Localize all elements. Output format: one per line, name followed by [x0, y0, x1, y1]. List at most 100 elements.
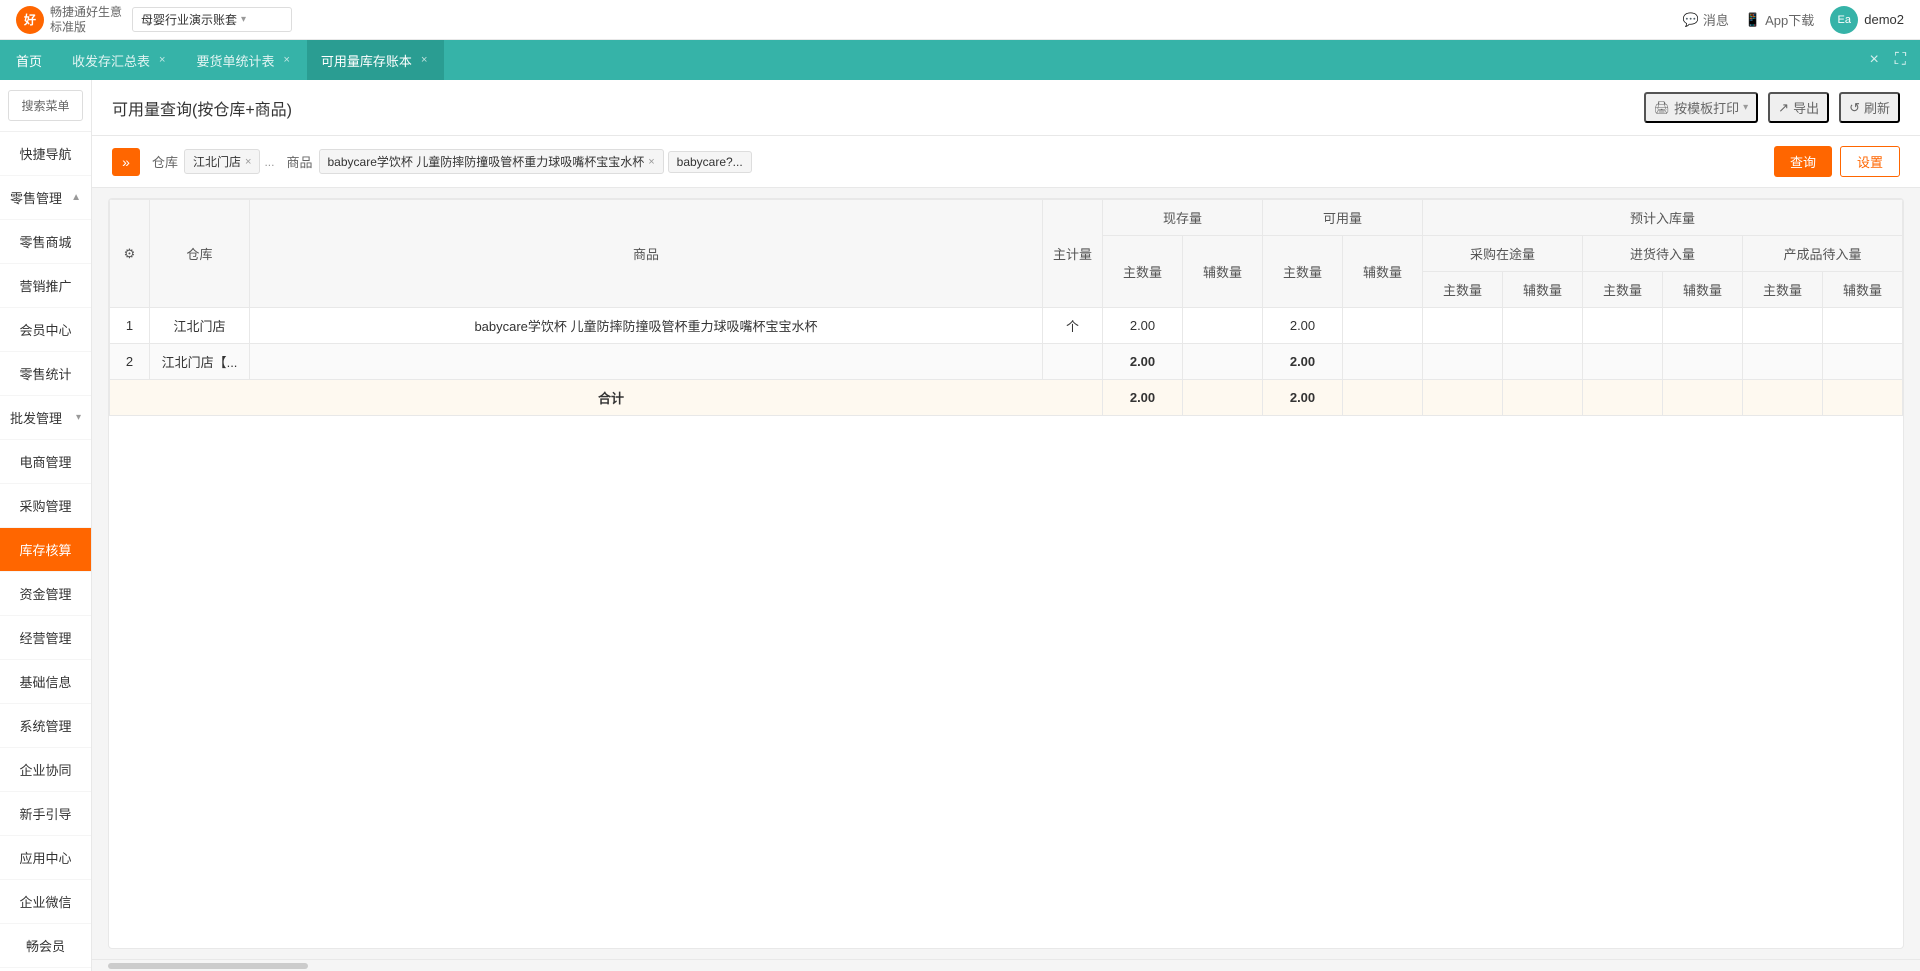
sidebar-item-qiye[interactable]: 企业协同 [0, 748, 91, 792]
sidebar-item-shortcut[interactable]: 快捷导航 [0, 132, 91, 176]
sidebar-item-lingxiao-stat[interactable]: 零售统计 [0, 352, 91, 396]
tab-keyongliang[interactable]: 可用量库存账本 × [307, 40, 444, 80]
cell-unit: 个 [1042, 308, 1102, 344]
settings-icon[interactable]: ⚙ [124, 246, 136, 261]
sidebar-item-lingxiao[interactable]: 零售管理 ▲ [0, 176, 91, 220]
cell-incoming-main [1583, 344, 1663, 380]
filter-more-btn[interactable]: ... [264, 155, 274, 169]
app-download-btn[interactable]: 📱 App下载 [1745, 10, 1814, 29]
sidebar-item-jingying[interactable]: 经营管理 [0, 616, 91, 660]
message-icon: 💬 [1683, 12, 1699, 28]
table-container: ⚙ 仓库 商品 主计量 现存量 可用量 预计入库量 主数量 辅数量 主数量 辅数… [108, 198, 1904, 949]
tab-yaohuodan[interactable]: 要货单统计表 × [182, 40, 306, 80]
print-btn[interactable]: 🖨 按模板打印 ▾ [1644, 92, 1759, 123]
summary-current-aux [1183, 380, 1263, 416]
query-button[interactable]: 查询 [1774, 146, 1832, 177]
refresh-btn[interactable]: ↺ 刷新 [1839, 92, 1900, 123]
sidebar-item-qiyeweixin[interactable]: 企业微信 [0, 880, 91, 924]
close-window-btn[interactable]: × [1863, 47, 1884, 73]
avatar: Ea [1830, 6, 1858, 34]
data-table: ⚙ 仓库 商品 主计量 现存量 可用量 预计入库量 主数量 辅数量 主数量 辅数… [109, 199, 1903, 416]
th-warehouse: 仓库 [150, 200, 250, 308]
warehouse-filter-group: 仓库 江北门店 × ... [152, 149, 274, 174]
th-main-unit: 主计量 [1042, 200, 1102, 308]
warehouse-tag: 江北门店 × [184, 149, 260, 174]
sidebar-item-kucun[interactable]: 库存核算 [0, 528, 91, 572]
sidebar-item-mall[interactable]: 零售商城 [0, 220, 91, 264]
cell-available-aux [1343, 344, 1423, 380]
th-purchase-aux: 辅数量 [1503, 272, 1583, 308]
horizontal-scrollbar-area [92, 959, 1920, 971]
sidebar-item-xitong[interactable]: 系统管理 [0, 704, 91, 748]
summary-available-aux [1343, 380, 1423, 416]
filter-actions: 查询 设置 [1774, 146, 1900, 177]
cell-purchase-main [1423, 344, 1503, 380]
horizontal-scrollbar[interactable] [108, 963, 308, 969]
page-title: 可用量查询(按仓库+商品) [112, 96, 292, 120]
th-available-aux-qty: 辅数量 [1343, 236, 1423, 308]
sidebar-item-zijin[interactable]: 资金管理 [0, 572, 91, 616]
th-incoming-aux: 辅数量 [1663, 272, 1743, 308]
summary-incoming-aux [1663, 380, 1743, 416]
cell-purchase-aux [1503, 344, 1583, 380]
sidebar: 搜索菜单 快捷导航 零售管理 ▲ 零售商城 营销推广 会员中心 零售统计 批发管… [0, 80, 92, 971]
logo-area: 好 畅捷通好生意 标准版 [16, 5, 122, 34]
sidebar-item-yingyong[interactable]: 应用中心 [0, 836, 91, 880]
sidebar-item-changhui[interactable]: 畅会员 [0, 924, 91, 968]
export-btn[interactable]: ↗ 导出 [1768, 92, 1829, 123]
cell-index: 1 [110, 308, 150, 344]
sidebar-item-caigou[interactable]: 采购管理 [0, 484, 91, 528]
th-incoming-main: 主数量 [1583, 272, 1663, 308]
tag-close-icon[interactable]: × [245, 156, 251, 168]
filter-area: » 仓库 江北门店 × ... 商品 babycare学饮杯 儿童防摔防撞吸管杯… [92, 136, 1920, 188]
cell-current-main: 2.00 [1103, 308, 1183, 344]
cell-purchase-main [1423, 308, 1503, 344]
chevron-icon: ▾ [76, 412, 81, 423]
content-area: 可用量查询(按仓库+商品) 🖨 按模板打印 ▾ ↗ 导出 ↺ 刷新 [92, 80, 1920, 971]
th-expected-inbound: 预计入库量 [1423, 200, 1903, 236]
summary-purchase-aux [1503, 380, 1583, 416]
table-row: 2 江北门店【... 2.00 2.00 [110, 344, 1903, 380]
message-btn[interactable]: 💬 消息 [1683, 10, 1729, 29]
filter-toggle-btn[interactable]: » [112, 148, 140, 176]
print-icon: 🖨 [1654, 100, 1671, 116]
chevron-down-icon: ▾ [1743, 102, 1748, 113]
th-purchase-in-transit: 采购在途量 [1423, 236, 1583, 272]
user-area[interactable]: Ea demo2 [1830, 6, 1904, 34]
company-selector[interactable]: 母婴行业演示账套 ▾ [132, 7, 292, 32]
cell-incoming-main [1583, 308, 1663, 344]
th-current-stock: 现存量 [1103, 200, 1263, 236]
product-filter-tags: babycare学饮杯 儿童防摔防撞吸管杯重力球吸嘴杯宝宝水杯 × babyca… [319, 149, 752, 174]
sidebar-item-huiyuan[interactable]: 会员中心 [0, 308, 91, 352]
tab-shoufayun[interactable]: 收发存汇总表 × [58, 40, 182, 80]
top-bar-left: 好 畅捷通好生意 标准版 母婴行业演示账套 ▾ [16, 5, 292, 34]
close-icon[interactable]: × [418, 53, 430, 67]
cell-warehouse: 江北门店【... [150, 344, 250, 380]
close-icon[interactable]: × [156, 53, 168, 67]
sidebar-item-jichu[interactable]: 基础信息 [0, 660, 91, 704]
page-actions: 🖨 按模板打印 ▾ ↗ 导出 ↺ 刷新 [1644, 92, 1900, 123]
refresh-icon: ↺ [1849, 100, 1860, 116]
cell-available-aux [1343, 308, 1423, 344]
logo-text: 畅捷通好生意 标准版 [50, 5, 122, 34]
tab-home[interactable]: 首页 [0, 40, 58, 80]
logo-icon: 好 [16, 6, 44, 34]
sidebar-item-dianshang[interactable]: 电商管理 [0, 440, 91, 484]
main-layout: 搜索菜单 快捷导航 零售管理 ▲ 零售商城 营销推广 会员中心 零售统计 批发管… [0, 80, 1920, 971]
th-settings: ⚙ [110, 200, 150, 308]
sidebar-item-yingxiao[interactable]: 营销推广 [0, 264, 91, 308]
sidebar-item-pifa[interactable]: 批发管理 ▾ [0, 396, 91, 440]
search-menu-btn[interactable]: 搜索菜单 [8, 90, 83, 121]
fullscreen-btn[interactable]: ⛶ [1889, 47, 1912, 73]
close-icon[interactable]: × [280, 53, 292, 67]
tag-close-icon[interactable]: × [648, 156, 654, 168]
cell-incoming-aux [1663, 344, 1743, 380]
page-header: 可用量查询(按仓库+商品) 🖨 按模板打印 ▾ ↗ 导出 ↺ 刷新 [92, 80, 1920, 136]
th-current-main-qty: 主数量 [1103, 236, 1183, 308]
phone-icon: 📱 [1745, 12, 1761, 28]
th-finished-main: 主数量 [1743, 272, 1823, 308]
settings-button[interactable]: 设置 [1840, 146, 1900, 177]
th-incoming-pending: 进货待入量 [1583, 236, 1743, 272]
cell-finished-main [1743, 344, 1823, 380]
sidebar-item-xinshou[interactable]: 新手引导 [0, 792, 91, 836]
